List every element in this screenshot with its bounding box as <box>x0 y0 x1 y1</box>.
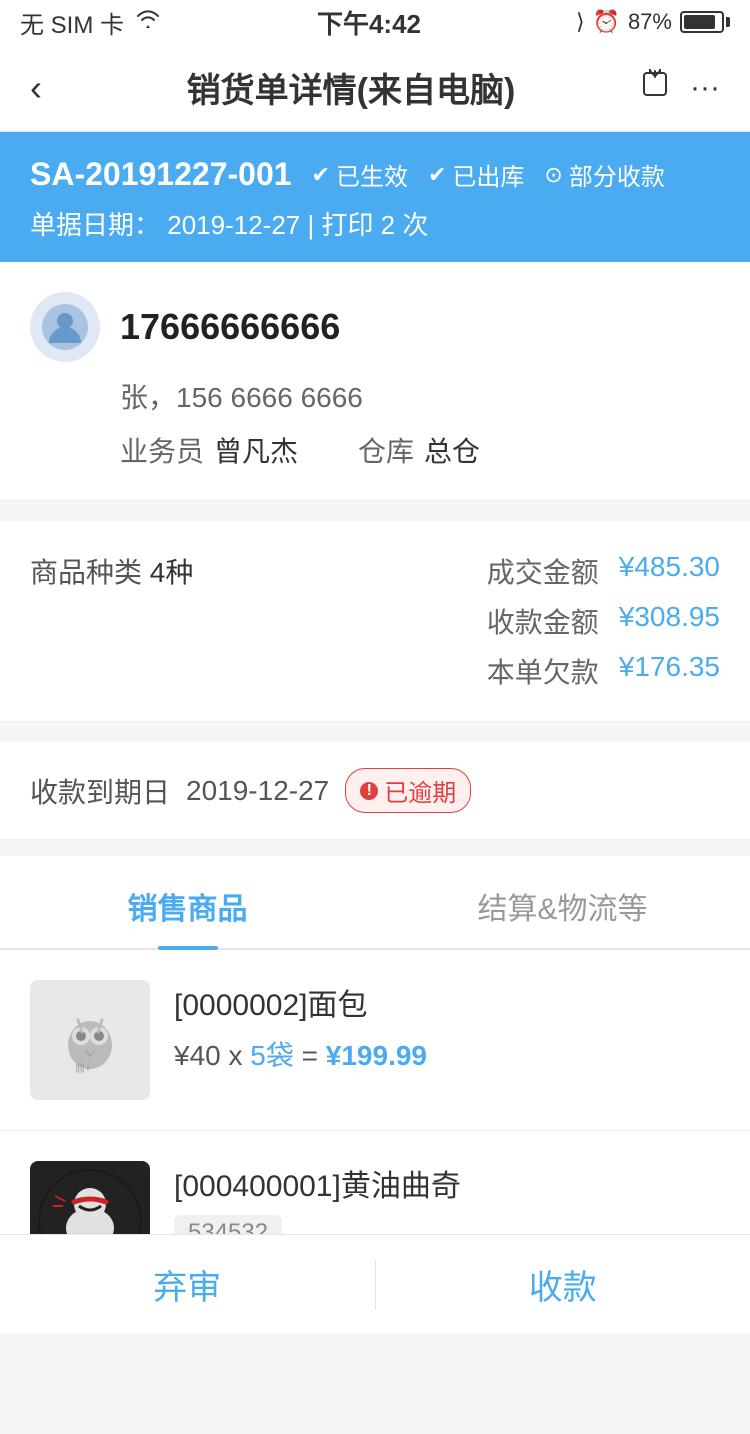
tab-settlement[interactable]: 结算&物流等 <box>375 856 750 948</box>
warehouse-meta: 仓库 总仓 <box>358 430 480 470</box>
product-name-2: [000400001]黄油曲奇 <box>174 1161 720 1205</box>
status-bar-time: 下午4:42 <box>317 4 421 41</box>
check-icon-shipped <box>428 161 446 189</box>
nav-actions: ··· <box>640 69 720 107</box>
received-stat: 收款金额 ¥308.95 <box>487 601 720 641</box>
svg-text:鼎+: 鼎+ <box>75 1063 91 1075</box>
warehouse-value: 总仓 <box>424 430 480 470</box>
debt-label: 本单欠款 <box>487 651 599 691</box>
status-partial-badge: 部分收款 <box>544 157 664 192</box>
product-info-1: [0000002]面包 ¥40 x 5袋 = ¥199.99 <box>174 980 720 1074</box>
due-label: 收款到期日 <box>30 771 170 811</box>
received-value: ¥308.95 <box>619 601 720 641</box>
customer-meta: 业务员 曾凡杰 仓库 总仓 <box>30 430 720 470</box>
overdue-text: 已逾期 <box>384 773 456 808</box>
status-bar-left: 无 SIM 卡 <box>20 5 162 40</box>
stats-section: 商品种类 4种 成交金额 ¥485.30 收款金额 ¥308.95 本单欠款 ¥… <box>0 521 750 722</box>
sales-value: 曾凡杰 <box>214 430 298 470</box>
amount-stats: 成交金额 ¥485.30 收款金额 ¥308.95 本单欠款 ¥176.35 <box>487 551 720 691</box>
overdue-dot-icon: ! <box>360 782 378 800</box>
status-bar-right: ⟩ ⏰ 87% <box>576 9 730 35</box>
avatar <box>30 292 100 362</box>
warehouse-label: 仓库 <box>358 430 414 470</box>
nav-title: 销货单详情(来自电脑) <box>62 63 640 112</box>
product-price-1: ¥40 x 5袋 = ¥199.99 <box>174 1034 720 1074</box>
received-label: 收款金额 <box>487 601 599 641</box>
overdue-badge: ! 已逾期 <box>345 768 471 813</box>
more-icon[interactable]: ··· <box>690 71 720 105</box>
product-name-1: [0000002]面包 <box>174 980 720 1024</box>
date-label: 单据日期： <box>30 210 160 240</box>
clock-icon <box>544 161 562 189</box>
due-date-section: 收款到期日 2019-12-27 ! 已逾期 <box>0 742 750 840</box>
order-date: 2019-12-27 <box>167 210 300 240</box>
wifi-icon <box>134 8 162 36</box>
confirm-button[interactable]: 收款 <box>376 1260 750 1309</box>
print-info: | 打印 2 次 <box>307 210 428 240</box>
status-active-badge: 已生效 <box>312 157 408 192</box>
price-total-1: ¥199.99 <box>326 1040 427 1071</box>
price-eq-1: = <box>294 1040 326 1071</box>
battery-icon <box>680 11 730 33</box>
status-bar: 无 SIM 卡 下午4:42 ⟩ ⏰ 87% <box>0 0 750 44</box>
back-button[interactable]: ‹ <box>30 67 42 109</box>
price-base-1: ¥40 x <box>174 1040 250 1071</box>
tab-sales-products[interactable]: 销售商品 <box>0 856 375 948</box>
order-date-row: 单据日期： 2019-12-27 | 打印 2 次 <box>30 205 720 242</box>
tabs-section: 销售商品 结算&物流等 <box>0 856 750 950</box>
customer-section: 17666666666 张，156 6666 6666 业务员 曾凡杰 仓库 总… <box>0 262 750 501</box>
due-date: 2019-12-27 <box>186 775 329 807</box>
carrier-text: 无 SIM 卡 <box>20 5 124 40</box>
order-number: SA-20191227-001 <box>30 156 292 193</box>
category-count: 4种 <box>150 557 194 588</box>
product-thumbnail-1: 鼎+ <box>30 980 150 1100</box>
debt-value: ¥176.35 <box>619 651 720 691</box>
header-banner: SA-20191227-001 已生效 已出库 部分收款 单据日期： 2019-… <box>0 132 750 262</box>
nav-bar: ‹ 销货单详情(来自电脑) ··· <box>0 44 750 132</box>
price-qty-1: 5袋 <box>250 1040 294 1071</box>
status-shipped-badge: 已出库 <box>428 157 524 192</box>
check-icon-active <box>312 161 330 189</box>
sales-label: 业务员 <box>120 430 204 470</box>
share-icon[interactable] <box>640 69 670 107</box>
category-label: 商品种类 <box>30 557 142 588</box>
amount-stat: 成交金额 ¥485.30 <box>487 551 720 591</box>
sales-meta: 业务员 曾凡杰 <box>120 430 298 470</box>
cancel-button[interactable]: 弃审 <box>0 1260 375 1309</box>
alarm-icon: ⏰ <box>593 9 620 35</box>
category-stat: 商品种类 4种 <box>30 551 193 591</box>
amount-value: ¥485.30 <box>619 551 720 591</box>
customer-name-phone: 张，156 6666 6666 <box>30 376 720 416</box>
customer-id: 17666666666 <box>120 306 340 348</box>
bottom-bar: 弃审 收款 <box>0 1234 750 1334</box>
location-icon: ⟩ <box>576 9 585 35</box>
avatar-icon <box>42 304 88 350</box>
table-row: 鼎+ [0000002]面包 ¥40 x 5袋 = ¥199.99 <box>0 950 750 1131</box>
debt-stat: 本单欠款 ¥176.35 <box>487 651 720 691</box>
battery-percent: 87% <box>628 9 672 35</box>
amount-label: 成交金额 <box>487 551 599 591</box>
